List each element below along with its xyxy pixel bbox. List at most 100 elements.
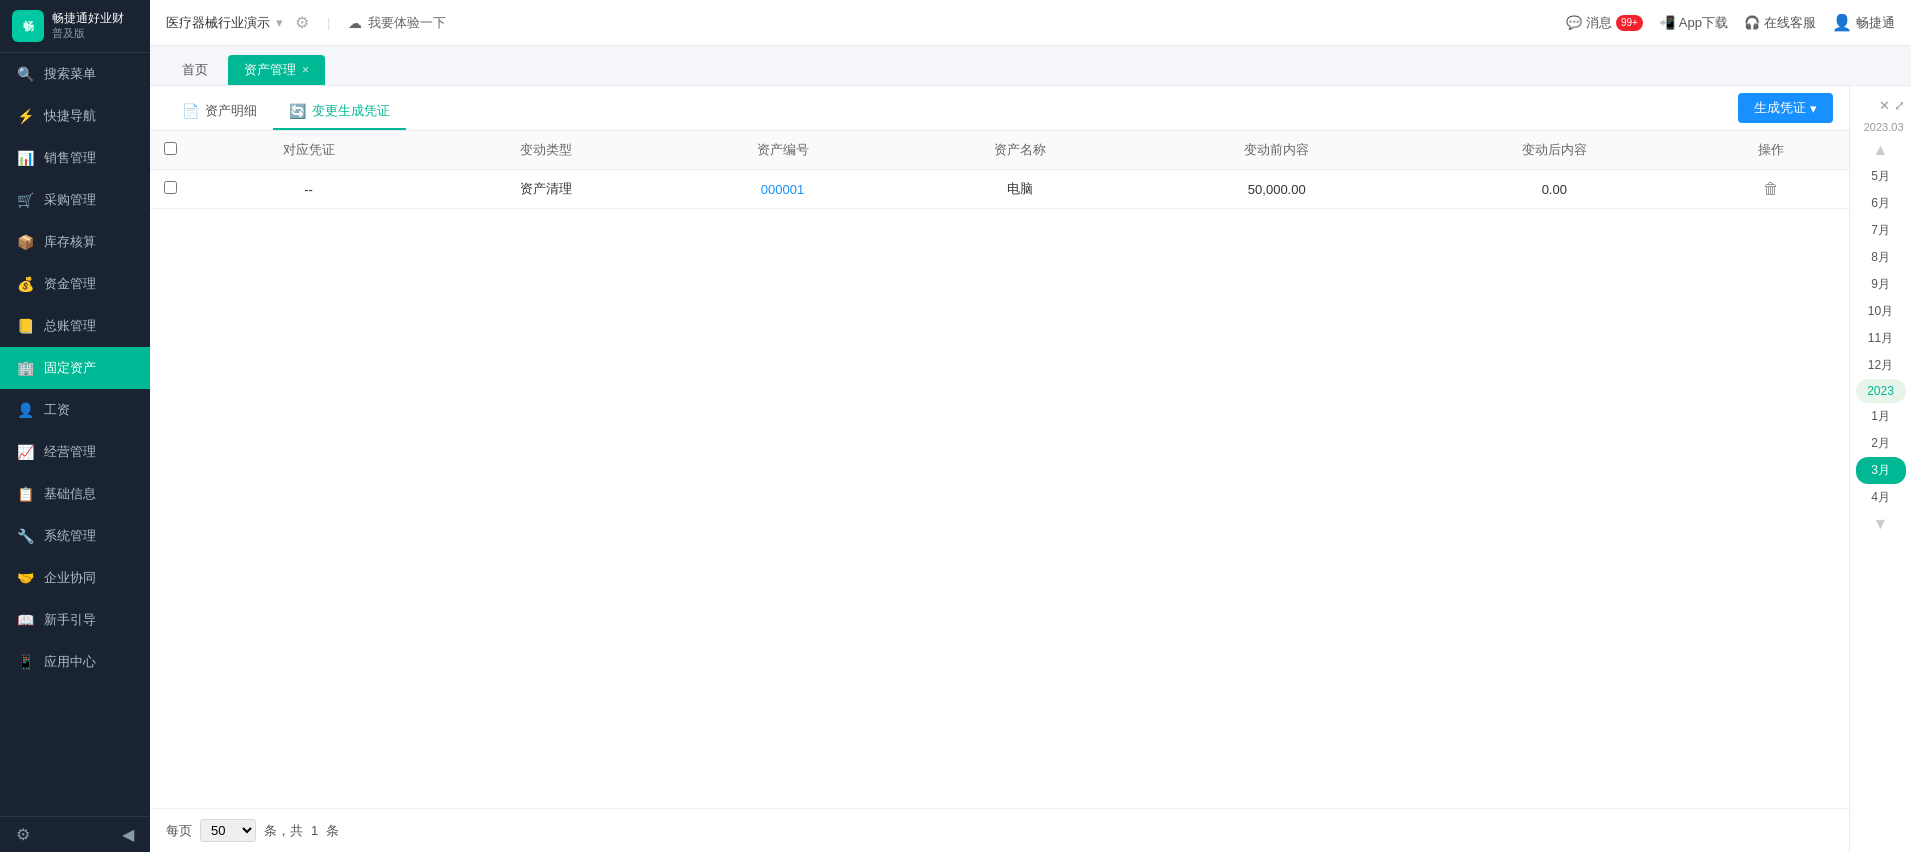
asset-change-table: 对应凭证 变动类型 资产编号 资产名称 变动前内容 变动后内容 操作 [150,131,1849,209]
calendar-month-9[interactable]: 9月 [1852,271,1910,298]
settings-footer-icon[interactable]: ⚙ [16,825,30,844]
document-icon: 📄 [182,103,199,119]
header-after-change: 变动后内容 [1416,131,1694,170]
table-header-row: 对应凭证 变动类型 资产编号 资产名称 变动前内容 变动后内容 操作 [150,131,1849,170]
sidebar-item-search[interactable]: 🔍 搜索菜单 [0,53,150,95]
sidebar-item-basic-info[interactable]: 📋 基础信息 [0,473,150,515]
messages-btn[interactable]: 💬 消息 99+ [1566,14,1643,32]
subtab-asset-detail[interactable]: 📄 资产明细 [166,94,273,130]
unit-label: 条，共 [264,822,303,840]
active-tab-label: 资产管理 [244,61,296,79]
sidebar-item-guide[interactable]: 📖 新手引导 [0,599,150,641]
row-after-change: 0.00 [1416,170,1694,209]
topbar-right: 💬 消息 99+ 📲 App下载 🎧 在线客服 👤 畅捷通 [1566,13,1895,32]
box-icon: 📦 [16,233,34,251]
sidebar-item-sales[interactable]: 📊 销售管理 [0,137,150,179]
row-voucher: -- [190,170,427,209]
pagination: 每页 10 20 50 100 条，共 1 条 [150,808,1849,852]
user-menu[interactable]: 👤 畅捷通 [1832,13,1895,32]
calendar-up-arrow[interactable]: ▲ [1852,137,1910,163]
tab-asset-management[interactable]: 资产管理 × [228,55,325,85]
search-icon: 🔍 [16,65,34,83]
header-asset-name: 资产名称 [901,131,1138,170]
sidebar-item-system[interactable]: 🔧 系统管理 [0,515,150,557]
sidebar-footer: ⚙ ◀ [0,816,150,852]
book-icon: 📒 [16,317,34,335]
calendar-year-label: 2023.03 [1852,117,1910,137]
header-before-change: 变动前内容 [1138,131,1416,170]
calendar-month-2[interactable]: 2月 [1852,430,1910,457]
sidebar-logo: 畅 畅捷通好业财 普及版 [0,0,150,53]
sidebar-item-operations[interactable]: 📈 经营管理 [0,431,150,473]
sidebar-item-quick-nav[interactable]: ⚡ 快捷导航 [0,95,150,137]
calendar-month-8[interactable]: 8月 [1852,244,1910,271]
right-panel: ✕ ⤢ 2023.03 ▲ 5月 6月 7月 8月 9月 [1849,86,1911,852]
calendar-month-1[interactable]: 1月 [1852,403,1910,430]
calendar-month-12[interactable]: 12月 [1852,352,1910,379]
sidebar-item-ledger[interactable]: 📒 总账管理 [0,305,150,347]
tab-close-icon[interactable]: × [302,63,309,77]
cloud-icon: ☁ [348,15,362,31]
experience-label: 我要体验一下 [368,14,446,32]
calendar-month-11[interactable]: 11月 [1852,325,1910,352]
experience-btn[interactable]: ☁ 我要体验一下 [348,14,446,32]
chart-icon: 📊 [16,149,34,167]
row-change-type: 资产清理 [427,170,664,209]
calendar-month-3-active[interactable]: 3月 [1856,457,1906,484]
calendar-month-7[interactable]: 7月 [1852,217,1910,244]
guide-icon: 📖 [16,611,34,629]
calendar-month-6[interactable]: 6月 [1852,190,1910,217]
message-icon: 💬 [1566,15,1582,30]
header-asset-code: 资产编号 [664,131,901,170]
panel-expand-button[interactable]: ⤢ [1892,96,1907,115]
total-unit: 条 [326,822,339,840]
chevron-down-icon: ▾ [1810,101,1817,116]
table-wrapper: 对应凭证 变动类型 资产编号 资产名称 变动前内容 变动后内容 操作 [150,131,1849,808]
handshake-icon: 🤝 [16,569,34,587]
sidebar-item-fixed-assets[interactable]: 🏢 固定资产 [0,347,150,389]
subtab-change-voucher[interactable]: 🔄 变更生成凭证 [273,94,406,130]
cart-icon: 🛒 [16,191,34,209]
delete-row-button[interactable]: 🗑 [1763,180,1779,197]
customer-service-btn[interactable]: 🎧 在线客服 [1744,14,1816,32]
mobile-icon: 📱 [16,653,34,671]
settings-icon[interactable]: ⚙ [295,13,309,32]
header-voucher: 对应凭证 [190,131,427,170]
subtabs: 📄 资产明细 🔄 变更生成凭证 [150,86,1722,130]
header-checkbox-cell [150,131,190,170]
refresh-icon: 🔄 [289,103,306,119]
logo-icon: 畅 [12,10,44,42]
select-all-checkbox[interactable] [164,142,177,155]
sidebar-item-app-center[interactable]: 📱 应用中心 [0,641,150,683]
sidebar-item-payroll[interactable]: 👤 工资 [0,389,150,431]
graph-icon: 📈 [16,443,34,461]
gear-icon: 🔧 [16,527,34,545]
sidebar-item-inventory[interactable]: 📦 库存核算 [0,221,150,263]
page-size-select[interactable]: 10 20 50 100 [200,819,256,842]
row-checkbox[interactable] [164,181,177,194]
panel-close-button[interactable]: ✕ [1877,96,1892,115]
company-dropdown-icon: ▾ [276,15,283,30]
company-selector[interactable]: 医疗器械行业演示 ▾ [166,14,283,32]
header-change-type: 变动类型 [427,131,664,170]
app-download-btn[interactable]: 📲 App下载 [1659,14,1728,32]
table-row: -- 资产清理 000001 电脑 50,000.00 0.00 🗑 [150,170,1849,209]
headset-icon: 🎧 [1744,15,1760,30]
row-asset-code[interactable]: 000001 [664,170,901,209]
money-icon: 💰 [16,275,34,293]
sidebar-item-purchase[interactable]: 🛒 采购管理 [0,179,150,221]
user-avatar-icon: 👤 [1832,13,1852,32]
sidebar-item-cooperation[interactable]: 🤝 企业协同 [0,557,150,599]
calendar-year-2023-marker: 2023 [1856,379,1906,403]
download-icon: 📲 [1659,15,1675,30]
collapse-icon[interactable]: ◀ [122,825,134,844]
row-asset-name: 电脑 [901,170,1138,209]
calendar-month-10[interactable]: 10月 [1852,298,1910,325]
calendar-month-4[interactable]: 4月 [1852,484,1910,511]
calendar-down-arrow[interactable]: ▼ [1852,511,1910,537]
sidebar-item-funds[interactable]: 💰 资金管理 [0,263,150,305]
calendar-month-5[interactable]: 5月 [1852,163,1910,190]
tab-home[interactable]: 首页 [166,55,224,85]
topbar-divider: | [327,15,330,30]
generate-voucher-button[interactable]: 生成凭证 ▾ [1738,93,1833,123]
